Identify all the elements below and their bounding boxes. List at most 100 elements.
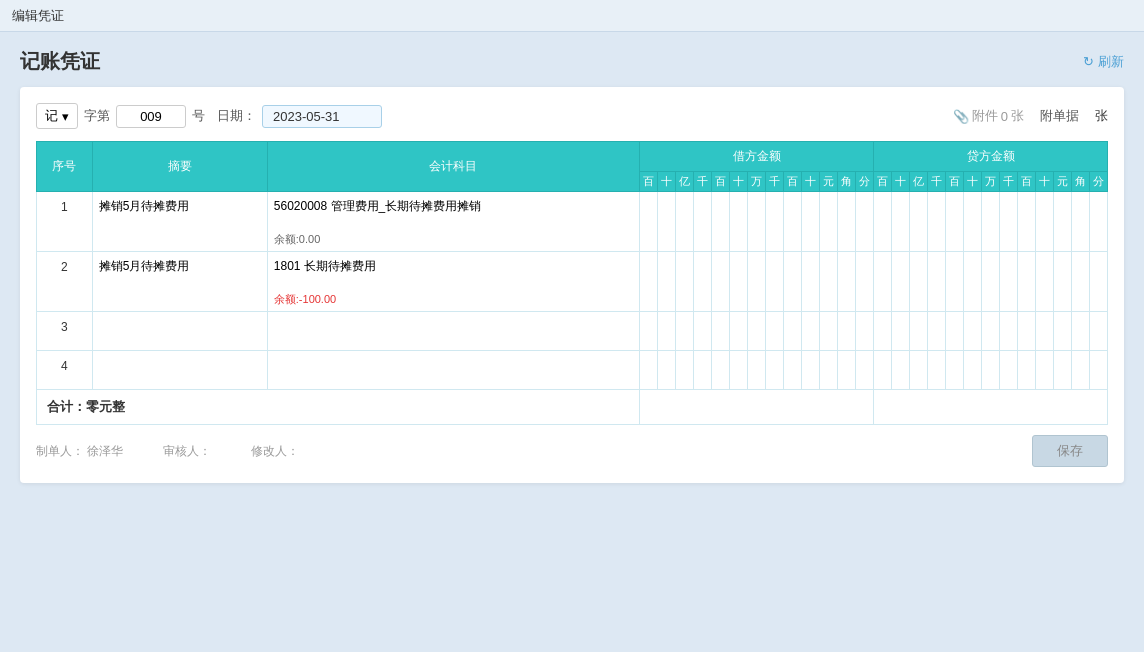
- credit-cell-2-5[interactable]: [964, 312, 982, 351]
- debit-cell-1-0[interactable]: [640, 252, 658, 312]
- debit-cell-3-10[interactable]: [820, 351, 838, 390]
- credit-cell-1-10[interactable]: [1054, 252, 1072, 312]
- debit-cell-3-7[interactable]: [766, 351, 784, 390]
- credit-cell-2-12[interactable]: [1090, 312, 1108, 351]
- credit-cell-3-12[interactable]: [1090, 351, 1108, 390]
- save-button[interactable]: 保存: [1032, 435, 1108, 467]
- debit-cell-0-5[interactable]: [730, 192, 748, 252]
- credit-cell-2-11[interactable]: [1072, 312, 1090, 351]
- credit-cell-3-8[interactable]: [1018, 351, 1036, 390]
- debit-cell-1-6[interactable]: [748, 252, 766, 312]
- credit-cell-1-7[interactable]: [1000, 252, 1018, 312]
- credit-cell-2-2[interactable]: [910, 312, 928, 351]
- debit-cell-2-4[interactable]: [712, 312, 730, 351]
- debit-cell-0-9[interactable]: [802, 192, 820, 252]
- table-row[interactable]: 2摊销5月待摊费用1801 长期待摊费用余额:-100.00: [37, 252, 1108, 312]
- debit-cell-2-2[interactable]: [676, 312, 694, 351]
- debit-cell-0-7[interactable]: [766, 192, 784, 252]
- table-row[interactable]: 3: [37, 312, 1108, 351]
- credit-cell-1-3[interactable]: [928, 252, 946, 312]
- credit-cell-0-8[interactable]: [1018, 192, 1036, 252]
- refresh-button[interactable]: ↻ 刷新: [1083, 53, 1124, 71]
- debit-cell-0-1[interactable]: [658, 192, 676, 252]
- credit-cell-3-7[interactable]: [1000, 351, 1018, 390]
- credit-cell-3-4[interactable]: [946, 351, 964, 390]
- debit-cell-2-6[interactable]: [748, 312, 766, 351]
- debit-cell-3-0[interactable]: [640, 351, 658, 390]
- debit-cell-3-5[interactable]: [730, 351, 748, 390]
- debit-cell-1-2[interactable]: [676, 252, 694, 312]
- credit-cell-1-1[interactable]: [892, 252, 910, 312]
- ji-select[interactable]: 记 ▾: [36, 103, 78, 129]
- zidi-input[interactable]: [116, 105, 186, 128]
- credit-cell-3-2[interactable]: [910, 351, 928, 390]
- debit-cell-1-4[interactable]: [712, 252, 730, 312]
- credit-cell-2-1[interactable]: [892, 312, 910, 351]
- date-input[interactable]: [262, 105, 382, 128]
- row-account-1[interactable]: 1801 长期待摊费用余额:-100.00: [267, 252, 639, 312]
- credit-cell-3-0[interactable]: [874, 351, 892, 390]
- credit-cell-2-10[interactable]: [1054, 312, 1072, 351]
- credit-cell-0-1[interactable]: [892, 192, 910, 252]
- debit-cell-1-7[interactable]: [766, 252, 784, 312]
- debit-cell-0-6[interactable]: [748, 192, 766, 252]
- credit-cell-3-9[interactable]: [1036, 351, 1054, 390]
- credit-cell-3-10[interactable]: [1054, 351, 1072, 390]
- credit-cell-3-3[interactable]: [928, 351, 946, 390]
- debit-cell-2-3[interactable]: [694, 312, 712, 351]
- debit-cell-1-10[interactable]: [820, 252, 838, 312]
- credit-cell-0-10[interactable]: [1054, 192, 1072, 252]
- debit-cell-3-1[interactable]: [658, 351, 676, 390]
- row-summary-2[interactable]: [92, 312, 267, 351]
- credit-cell-3-11[interactable]: [1072, 351, 1090, 390]
- credit-cell-0-4[interactable]: [946, 192, 964, 252]
- debit-cell-1-9[interactable]: [802, 252, 820, 312]
- debit-cell-3-11[interactable]: [838, 351, 856, 390]
- credit-cell-0-0[interactable]: [874, 192, 892, 252]
- debit-cell-2-10[interactable]: [820, 312, 838, 351]
- debit-cell-3-9[interactable]: [802, 351, 820, 390]
- debit-cell-2-9[interactable]: [802, 312, 820, 351]
- credit-cell-0-3[interactable]: [928, 192, 946, 252]
- credit-cell-1-8[interactable]: [1018, 252, 1036, 312]
- credit-cell-1-12[interactable]: [1090, 252, 1108, 312]
- credit-cell-1-5[interactable]: [964, 252, 982, 312]
- debit-cell-0-11[interactable]: [838, 192, 856, 252]
- credit-cell-2-4[interactable]: [946, 312, 964, 351]
- debit-cell-2-5[interactable]: [730, 312, 748, 351]
- credit-cell-2-8[interactable]: [1018, 312, 1036, 351]
- credit-cell-0-7[interactable]: [1000, 192, 1018, 252]
- attach-link[interactable]: 📎 附件 0 张: [953, 107, 1024, 125]
- debit-cell-1-11[interactable]: [838, 252, 856, 312]
- credit-cell-0-12[interactable]: [1090, 192, 1108, 252]
- row-summary-1[interactable]: 摊销5月待摊费用: [92, 252, 267, 312]
- attach-single[interactable]: 附单据: [1040, 107, 1079, 125]
- credit-cell-1-6[interactable]: [982, 252, 1000, 312]
- debit-cell-0-2[interactable]: [676, 192, 694, 252]
- debit-cell-0-12[interactable]: [856, 192, 874, 252]
- debit-cell-0-8[interactable]: [784, 192, 802, 252]
- debit-cell-3-3[interactable]: [694, 351, 712, 390]
- credit-cell-2-6[interactable]: [982, 312, 1000, 351]
- row-account-2[interactable]: [267, 312, 639, 351]
- credit-cell-1-4[interactable]: [946, 252, 964, 312]
- credit-cell-2-9[interactable]: [1036, 312, 1054, 351]
- debit-cell-1-1[interactable]: [658, 252, 676, 312]
- debit-cell-2-12[interactable]: [856, 312, 874, 351]
- credit-cell-3-1[interactable]: [892, 351, 910, 390]
- row-summary-3[interactable]: [92, 351, 267, 390]
- credit-cell-2-3[interactable]: [928, 312, 946, 351]
- credit-cell-0-9[interactable]: [1036, 192, 1054, 252]
- debit-cell-2-7[interactable]: [766, 312, 784, 351]
- table-row[interactable]: 4: [37, 351, 1108, 390]
- credit-cell-3-6[interactable]: [982, 351, 1000, 390]
- debit-cell-3-8[interactable]: [784, 351, 802, 390]
- debit-cell-2-11[interactable]: [838, 312, 856, 351]
- credit-cell-0-11[interactable]: [1072, 192, 1090, 252]
- debit-cell-0-4[interactable]: [712, 192, 730, 252]
- row-summary-0[interactable]: 摊销5月待摊费用: [92, 192, 267, 252]
- credit-cell-1-0[interactable]: [874, 252, 892, 312]
- debit-cell-0-0[interactable]: [640, 192, 658, 252]
- debit-cell-2-0[interactable]: [640, 312, 658, 351]
- debit-cell-0-3[interactable]: [694, 192, 712, 252]
